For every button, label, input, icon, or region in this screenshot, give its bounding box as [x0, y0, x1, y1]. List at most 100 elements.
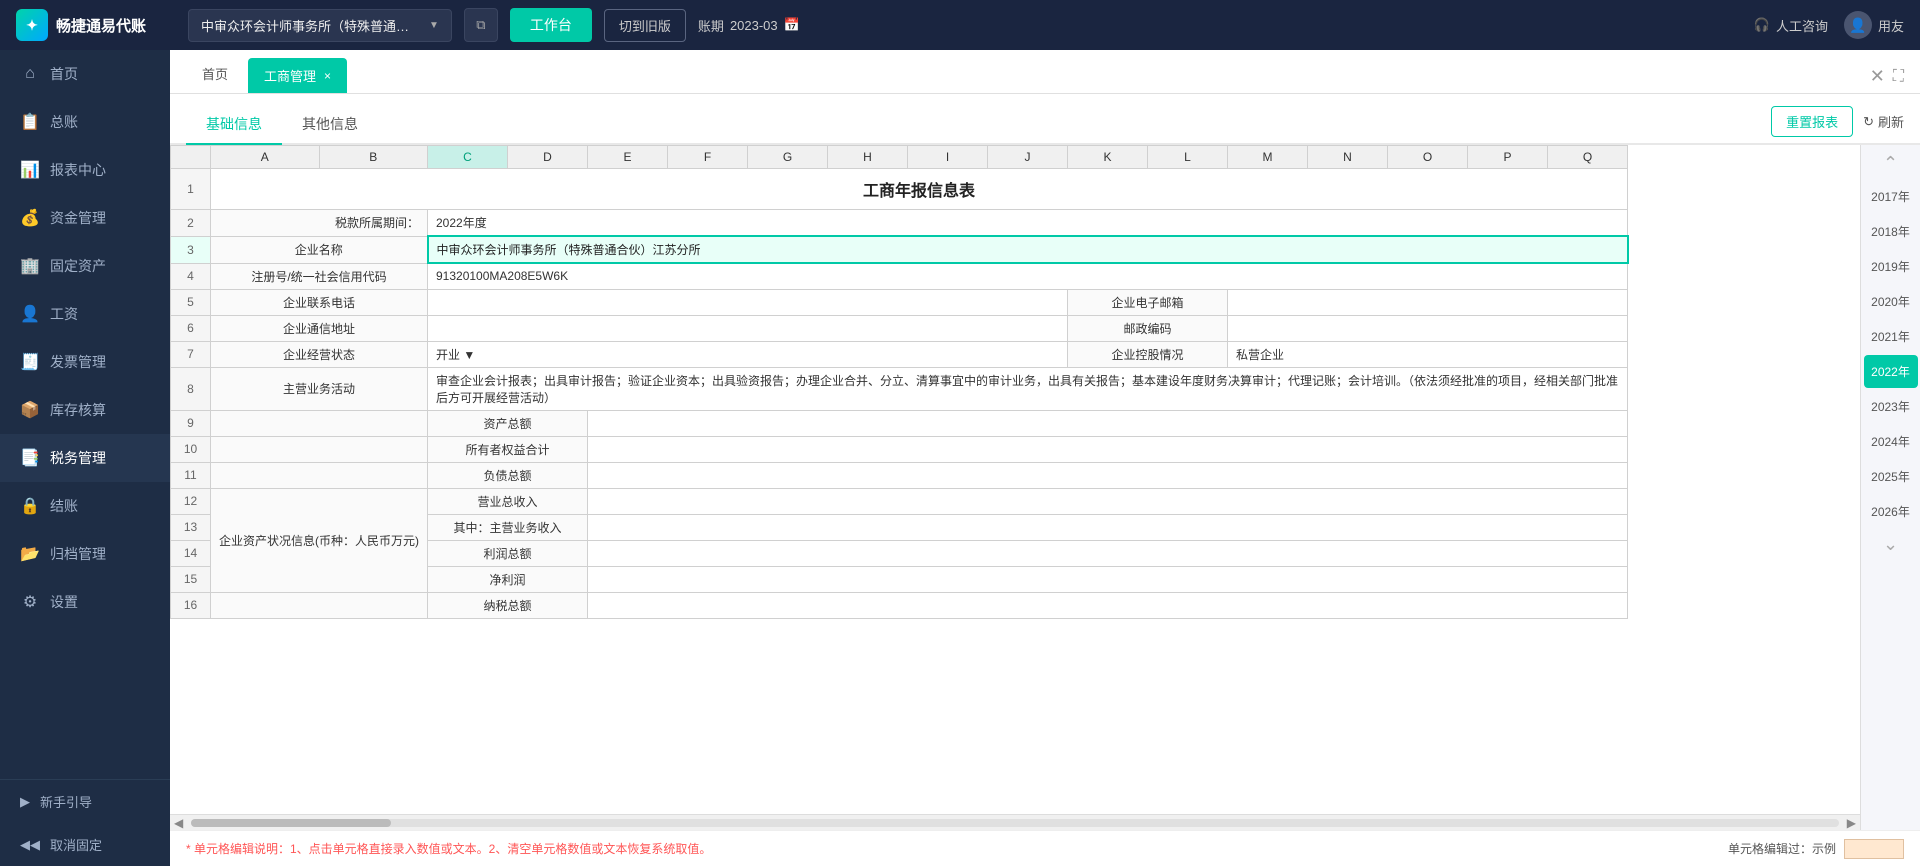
- home-icon: ⌂: [20, 65, 40, 83]
- tab-active-commerce[interactable]: 工商管理 ×: [248, 58, 347, 93]
- col-header-l[interactable]: L: [1148, 146, 1228, 169]
- liability-value[interactable]: [588, 462, 1628, 488]
- main-revenue-value[interactable]: [588, 514, 1628, 540]
- reset-report-button[interactable]: 重置报表: [1771, 106, 1853, 137]
- col-header-i[interactable]: I: [908, 146, 988, 169]
- col-header-n[interactable]: N: [1308, 146, 1388, 169]
- holding-value[interactable]: 私营企业: [1228, 341, 1628, 367]
- sidebar-item-tax[interactable]: 📑 税务管理: [0, 434, 170, 482]
- equity-value[interactable]: [588, 436, 1628, 462]
- col-header-g[interactable]: G: [748, 146, 828, 169]
- copy-button[interactable]: ⧉: [464, 8, 498, 42]
- sub-tab-basic[interactable]: 基础信息: [186, 106, 282, 145]
- logo-icon: ✦: [16, 9, 48, 41]
- tax-total-value[interactable]: [588, 592, 1628, 618]
- total-assets-value[interactable]: [588, 410, 1628, 436]
- copy-icon: ⧉: [476, 17, 485, 33]
- scroll-track[interactable]: [191, 819, 1839, 827]
- col-header-b[interactable]: B: [319, 146, 428, 169]
- sidebar-item-invoice[interactable]: 🧾 发票管理: [0, 338, 170, 386]
- sidebar-label-archive: 归档管理: [50, 544, 106, 564]
- col-header-o[interactable]: O: [1388, 146, 1468, 169]
- sidebar-item-home[interactable]: ⌂ 首页: [0, 50, 170, 98]
- switch-version-button[interactable]: 切到旧版: [604, 9, 686, 42]
- gear-icon: ⚙: [20, 592, 40, 612]
- row-num-14: 14: [171, 540, 211, 566]
- total-revenue-value[interactable]: [588, 488, 1628, 514]
- sidebar-item-salary[interactable]: 👤 工资: [0, 290, 170, 338]
- workbench-button[interactable]: 工作台: [510, 8, 592, 42]
- col-header-c[interactable]: C: [428, 146, 508, 169]
- table-row: 7 企业经营状态 开业 ▼ 企业控股情况 私营企业: [171, 341, 1628, 367]
- phone-value[interactable]: [428, 289, 1068, 315]
- col-header-p[interactable]: P: [1468, 146, 1548, 169]
- col-header-m[interactable]: M: [1228, 146, 1308, 169]
- col-header-f[interactable]: F: [668, 146, 748, 169]
- col-header-q[interactable]: Q: [1548, 146, 1628, 169]
- company-name-value[interactable]: 中审众环会计师事务所（特殊普通合伙）江苏分所: [428, 236, 1628, 263]
- sidebar-item-archive[interactable]: 📂 归档管理: [0, 530, 170, 578]
- year-item-2017[interactable]: 2017年: [1864, 180, 1918, 213]
- biz-status-value[interactable]: 开业 ▼: [428, 341, 1068, 367]
- horizontal-scrollbar[interactable]: ◀ ▶: [170, 814, 1860, 830]
- year-item-2022[interactable]: 2022年: [1864, 355, 1918, 388]
- year-item-2018[interactable]: 2018年: [1864, 215, 1918, 248]
- user-area[interactable]: 👤 用友: [1844, 11, 1904, 39]
- spreadsheet-main[interactable]: A B C D E F G H I J: [170, 145, 1860, 814]
- archive-icon: 📂: [20, 544, 40, 564]
- support-button[interactable]: 🎧 人工咨询: [1754, 16, 1828, 35]
- reg-code-label: 注册号/统一社会信用代码: [211, 263, 428, 289]
- col-header-a[interactable]: A: [211, 146, 320, 169]
- sidebar-item-assets[interactable]: 🏢 固定资产: [0, 242, 170, 290]
- inner-content: 基础信息 其他信息 重置报表 ↻ 刷新: [170, 94, 1920, 866]
- row-num-7: 7: [171, 341, 211, 367]
- period-value: 2023-03: [730, 18, 778, 33]
- reg-code-value[interactable]: 91320100MA208E5W6K: [428, 263, 1628, 289]
- year-up-button[interactable]: ⌃: [1879, 149, 1902, 178]
- year-item-2020[interactable]: 2020年: [1864, 285, 1918, 318]
- year-item-2023[interactable]: 2023年: [1864, 390, 1918, 423]
- year-item-2024[interactable]: 2024年: [1864, 425, 1918, 458]
- sidebar-item-unpin[interactable]: ◀◀ 取消固定: [0, 823, 170, 866]
- sidebar-item-ledger[interactable]: 📋 总账: [0, 98, 170, 146]
- period-area: 账期 2023-03 📅: [698, 16, 800, 35]
- sidebar-item-guide[interactable]: ▶ 新手引导: [0, 780, 170, 823]
- window-close-icon[interactable]: ✕: [1870, 66, 1885, 87]
- col-header-e[interactable]: E: [588, 146, 668, 169]
- profit-value[interactable]: [588, 540, 1628, 566]
- year-item-2021[interactable]: 2021年: [1864, 320, 1918, 353]
- tab-close-button[interactable]: ×: [324, 69, 331, 83]
- address-value[interactable]: [428, 315, 1068, 341]
- sub-tab-other[interactable]: 其他信息: [282, 106, 378, 145]
- tax-period-label: 税款所属期间：: [211, 210, 428, 237]
- email-value[interactable]: [1228, 289, 1628, 315]
- sidebar-item-settings[interactable]: ⚙ 设置: [0, 578, 170, 626]
- scroll-right-button[interactable]: ▶: [1847, 816, 1856, 830]
- year-item-2025[interactable]: 2025年: [1864, 460, 1918, 493]
- tab-home[interactable]: 首页: [186, 56, 244, 93]
- sidebar-item-report[interactable]: 📊 报表中心: [0, 146, 170, 194]
- expand-icon[interactable]: ⛶: [1893, 68, 1904, 86]
- col-header-h[interactable]: H: [828, 146, 908, 169]
- year-item-2019[interactable]: 2019年: [1864, 250, 1918, 283]
- scroll-left-button[interactable]: ◀: [174, 816, 183, 830]
- net-profit-value[interactable]: [588, 566, 1628, 592]
- year-item-2026[interactable]: 2026年: [1864, 495, 1918, 528]
- calendar-icon[interactable]: 📅: [784, 17, 800, 33]
- phone-label: 企业联系电话: [211, 289, 428, 315]
- main-biz-value[interactable]: 审查企业会计报表；出具审计报告；验证企业资本；出具验资报告；办理企业合并、分立、…: [428, 367, 1628, 410]
- sidebar-item-fund[interactable]: 💰 资金管理: [0, 194, 170, 242]
- company-selector[interactable]: 中审众环会计师事务所（特殊普通合伙...） ▼: [188, 9, 452, 42]
- col-header-d[interactable]: D: [508, 146, 588, 169]
- sidebar-label-close: 结账: [50, 496, 78, 516]
- refresh-button[interactable]: ↻ 刷新: [1863, 112, 1904, 131]
- postcode-value[interactable]: [1228, 315, 1628, 341]
- sidebar-item-close[interactable]: 🔒 结账: [0, 482, 170, 530]
- col-header-j[interactable]: J: [988, 146, 1068, 169]
- tax-period-value[interactable]: 2022年度: [428, 210, 1628, 237]
- sidebar-item-inventory[interactable]: 📦 库存核算: [0, 386, 170, 434]
- sidebar-label-tax: 税务管理: [50, 448, 106, 468]
- col-header-k[interactable]: K: [1068, 146, 1148, 169]
- year-down-button[interactable]: ⌄: [1879, 530, 1902, 559]
- scroll-thumb[interactable]: [191, 819, 391, 827]
